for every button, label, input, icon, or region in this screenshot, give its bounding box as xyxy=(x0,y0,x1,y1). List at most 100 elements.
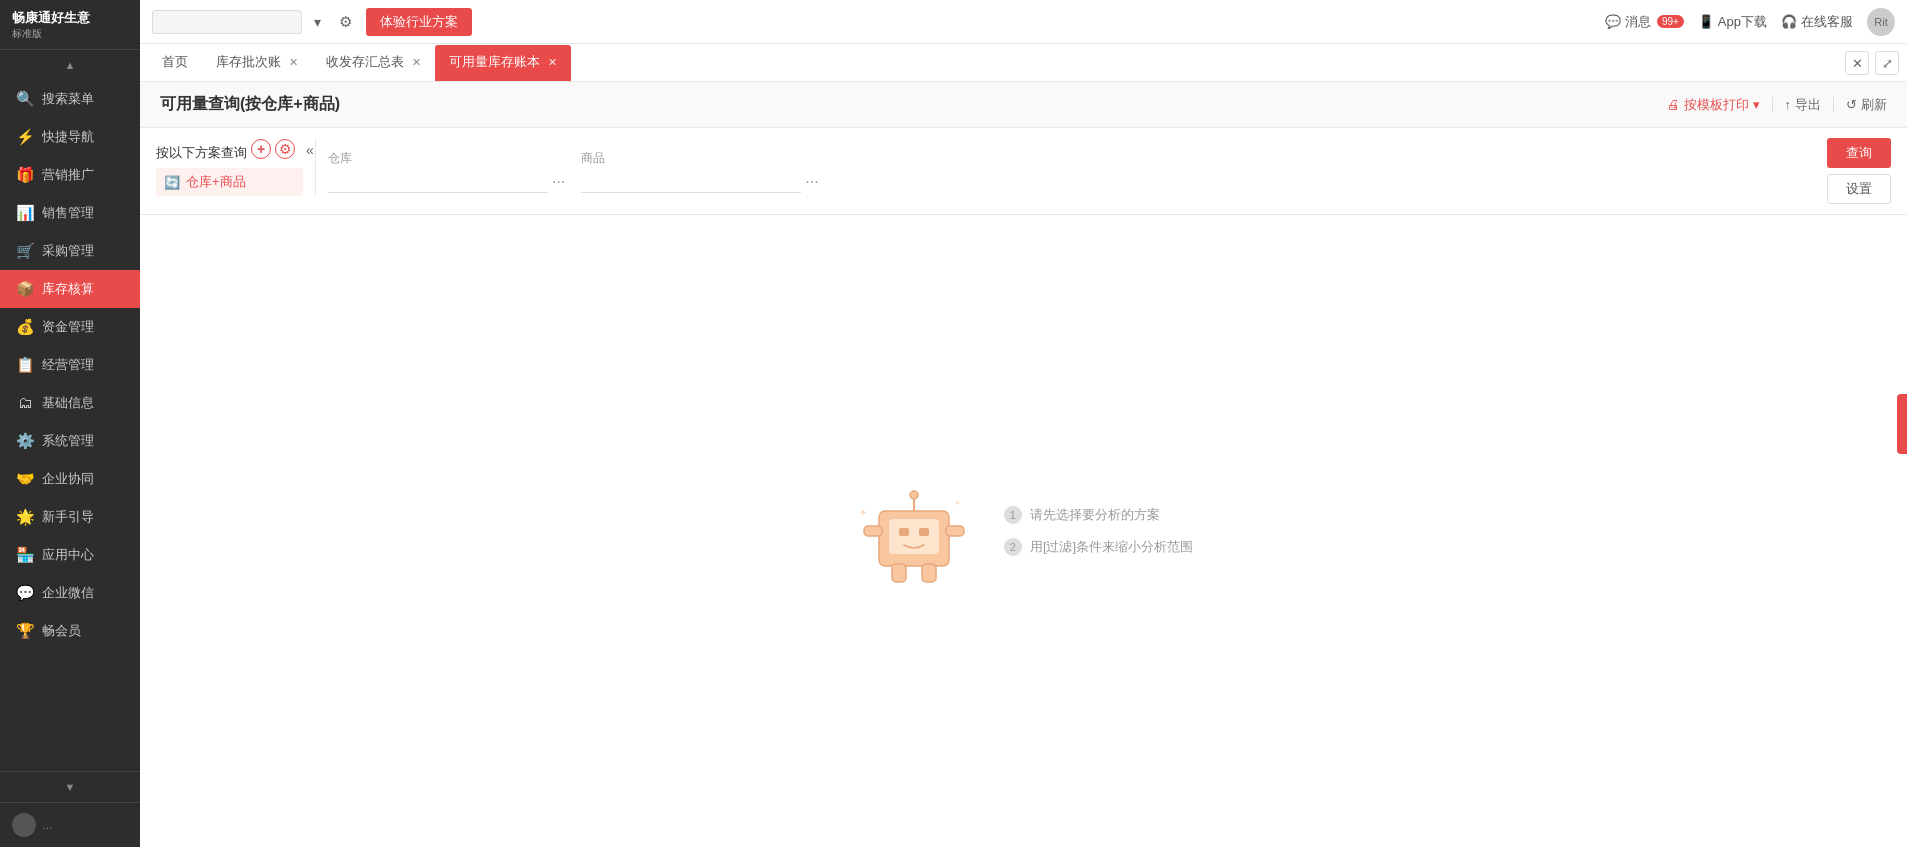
warehouse-more-btn[interactable]: ··· xyxy=(552,173,565,191)
sidebar-item-finance[interactable]: 💰 资金管理 xyxy=(0,308,140,346)
sidebar-item-label: 销售管理 xyxy=(42,204,94,222)
filter-settings-btn[interactable]: ⚙ xyxy=(275,139,295,159)
sidebar-item-label: 基础信息 xyxy=(42,394,94,412)
user-name-display: Rit xyxy=(1874,16,1887,28)
sidebar-item-label: 资金管理 xyxy=(42,318,94,336)
sidebar-item-inventory[interactable]: 📦 库存核算 xyxy=(0,270,140,308)
filter-scheme-header: 按以下方案查询 + ⚙ « xyxy=(156,138,303,162)
sidebar-item-operation[interactable]: 📋 经营管理 xyxy=(0,346,140,384)
svg-rect-2 xyxy=(899,528,909,536)
empty-svg: ✦ ✦ xyxy=(854,471,974,591)
online-service-btn[interactable]: 🎧 在线客服 xyxy=(1781,13,1853,31)
tabs-expand-btn[interactable]: ⤢ xyxy=(1875,51,1899,75)
export-btn[interactable]: ↑ 导出 xyxy=(1785,96,1822,114)
sidebar-item-base[interactable]: 🗂 基础信息 xyxy=(0,384,140,422)
online-service-label: 在线客服 xyxy=(1801,13,1853,31)
empty-tip-2: 2 用[过滤]条件来缩小分析范围 xyxy=(1004,538,1193,556)
filter-area: 按以下方案查询 + ⚙ « 🔄 仓库+商品 仓库 xyxy=(140,128,1907,215)
tab-batch-account[interactable]: 库存批次账 ✕ xyxy=(202,45,312,81)
goods-more-btn[interactable]: ··· xyxy=(805,173,818,191)
message-badge: 99+ xyxy=(1657,15,1684,28)
tab-collect-summary[interactable]: 收发存汇总表 ✕ xyxy=(312,45,435,81)
message-label: 消息 xyxy=(1625,13,1651,31)
sidebar-item-search[interactable]: 🔍 搜索菜单 xyxy=(0,80,140,118)
finance-icon: 💰 xyxy=(16,318,34,336)
right-edge-handle[interactable] xyxy=(1897,394,1907,454)
sidebar-item-label: 搜索菜单 xyxy=(42,90,94,108)
warehouse-input[interactable] xyxy=(328,171,548,193)
tabs-bar-right: ✕ ⤢ xyxy=(1845,51,1899,75)
sidebar-item-sales[interactable]: 📊 销售管理 xyxy=(0,194,140,232)
tab-label: 可用量库存账本 xyxy=(449,53,540,71)
scheme-item-warehouse-goods[interactable]: 🔄 仓库+商品 xyxy=(156,168,303,196)
svg-rect-7 xyxy=(946,526,964,536)
member-icon: 🏆 xyxy=(16,622,34,640)
sidebar-item-purchase[interactable]: 🛒 采购管理 xyxy=(0,232,140,270)
refresh-icon: ↺ xyxy=(1846,97,1857,112)
tab-close-icon[interactable]: ✕ xyxy=(289,56,298,69)
svg-text:✦: ✦ xyxy=(859,507,867,518)
sidebar-item-label: 快捷导航 xyxy=(42,128,94,146)
marketing-icon: 🎁 xyxy=(16,166,34,184)
sidebar-item-marketing[interactable]: 🎁 营销推广 xyxy=(0,156,140,194)
sidebar-item-appstore[interactable]: 🏪 应用中心 xyxy=(0,536,140,574)
message-icon: 💬 xyxy=(1605,14,1621,29)
sidebar-scroll-down[interactable]: ▼ xyxy=(59,776,81,798)
print-icon: 🖨 xyxy=(1667,97,1680,112)
message-btn[interactable]: 💬 消息 99+ xyxy=(1605,13,1684,31)
svg-rect-6 xyxy=(864,526,882,536)
tab-close-icon[interactable]: ✕ xyxy=(412,56,421,69)
condition-label: 仓库 xyxy=(328,150,565,167)
search-icon: 🔍 xyxy=(16,90,34,108)
divider xyxy=(1772,97,1773,113)
sidebar-item-guide[interactable]: 🌟 新手引导 xyxy=(0,498,140,536)
app-download-label: App下载 xyxy=(1718,13,1767,31)
sidebar-item-system[interactable]: ⚙️ 系统管理 xyxy=(0,422,140,460)
sidebar-item-label: 企业微信 xyxy=(42,584,94,602)
page-title: 可用量查询(按仓库+商品) xyxy=(160,94,340,115)
filter-scheme-actions: + ⚙ « xyxy=(251,139,321,161)
scheme-label: 仓库+商品 xyxy=(186,173,246,191)
sidebar-item-wechat[interactable]: 💬 企业微信 xyxy=(0,574,140,612)
empty-state: ✦ ✦ 1 请先选择要分析的方案 2 用[过滤]条件来缩小分析范围 xyxy=(140,215,1907,847)
divider xyxy=(1833,97,1834,113)
app-download-btn[interactable]: 📱 App下载 xyxy=(1698,13,1767,31)
condition-input-goods: ··· xyxy=(581,171,818,193)
tabs-close-btn[interactable]: ✕ xyxy=(1845,51,1869,75)
tab-home[interactable]: 首页 xyxy=(148,45,202,81)
sidebar-scroll-up[interactable]: ▲ xyxy=(59,54,81,76)
tab-label: 首页 xyxy=(162,53,188,71)
topbar-gear-btn[interactable]: ⚙ xyxy=(333,11,358,33)
wechat-icon: 💬 xyxy=(16,584,34,602)
sidebar-item-label: 系统管理 xyxy=(42,432,94,450)
sidebar: 畅康通好生意 标准版 ▲ 🔍 搜索菜单 ⚡ 快捷导航 🎁 营销推广 📊 销售管理… xyxy=(0,0,140,847)
search-input[interactable] xyxy=(152,10,302,34)
goods-input[interactable] xyxy=(581,171,801,193)
svg-text:✦: ✦ xyxy=(954,499,961,508)
empty-text: 1 请先选择要分析的方案 2 用[过滤]条件来缩小分析范围 xyxy=(1004,506,1193,556)
print-btn[interactable]: 🖨 按模板打印 ▾ xyxy=(1667,96,1760,114)
phone-icon: 📱 xyxy=(1698,14,1714,29)
sidebar-item-member[interactable]: 🏆 畅会员 xyxy=(0,612,140,650)
svg-point-5 xyxy=(910,491,918,499)
empty-illustration: ✦ ✦ xyxy=(854,471,974,591)
tab-close-icon[interactable]: ✕ xyxy=(548,56,557,69)
user-avatar-btn[interactable]: Rit xyxy=(1867,8,1895,36)
condition-label: 商品 xyxy=(581,150,818,167)
filter-add-btn[interactable]: + xyxy=(251,139,271,159)
filter-conditions: 仓库 ··· 商品 ··· 查询 设置 xyxy=(328,138,1891,204)
sidebar-footer: … xyxy=(0,802,140,847)
refresh-btn[interactable]: ↺ 刷新 xyxy=(1846,96,1887,114)
filter-collapse-btn[interactable]: « xyxy=(299,139,321,161)
tip-text-1: 请先选择要分析的方案 xyxy=(1030,506,1160,524)
base-icon: 🗂 xyxy=(16,394,34,411)
search-dropdown-btn[interactable]: ▾ xyxy=(310,12,325,32)
filter-settings-action-btn[interactable]: 设置 xyxy=(1827,174,1891,204)
sidebar-item-cooperation[interactable]: 🤝 企业协同 xyxy=(0,460,140,498)
query-btn[interactable]: 查询 xyxy=(1827,138,1891,168)
tab-available-ledger[interactable]: 可用量库存账本 ✕ xyxy=(435,45,571,81)
print-label: 按模板打印 xyxy=(1684,96,1749,114)
sidebar-item-shortcut[interactable]: ⚡ 快捷导航 xyxy=(0,118,140,156)
trial-btn[interactable]: 体验行业方案 xyxy=(366,8,472,36)
brand-name: 畅康通好生意 xyxy=(12,10,128,27)
